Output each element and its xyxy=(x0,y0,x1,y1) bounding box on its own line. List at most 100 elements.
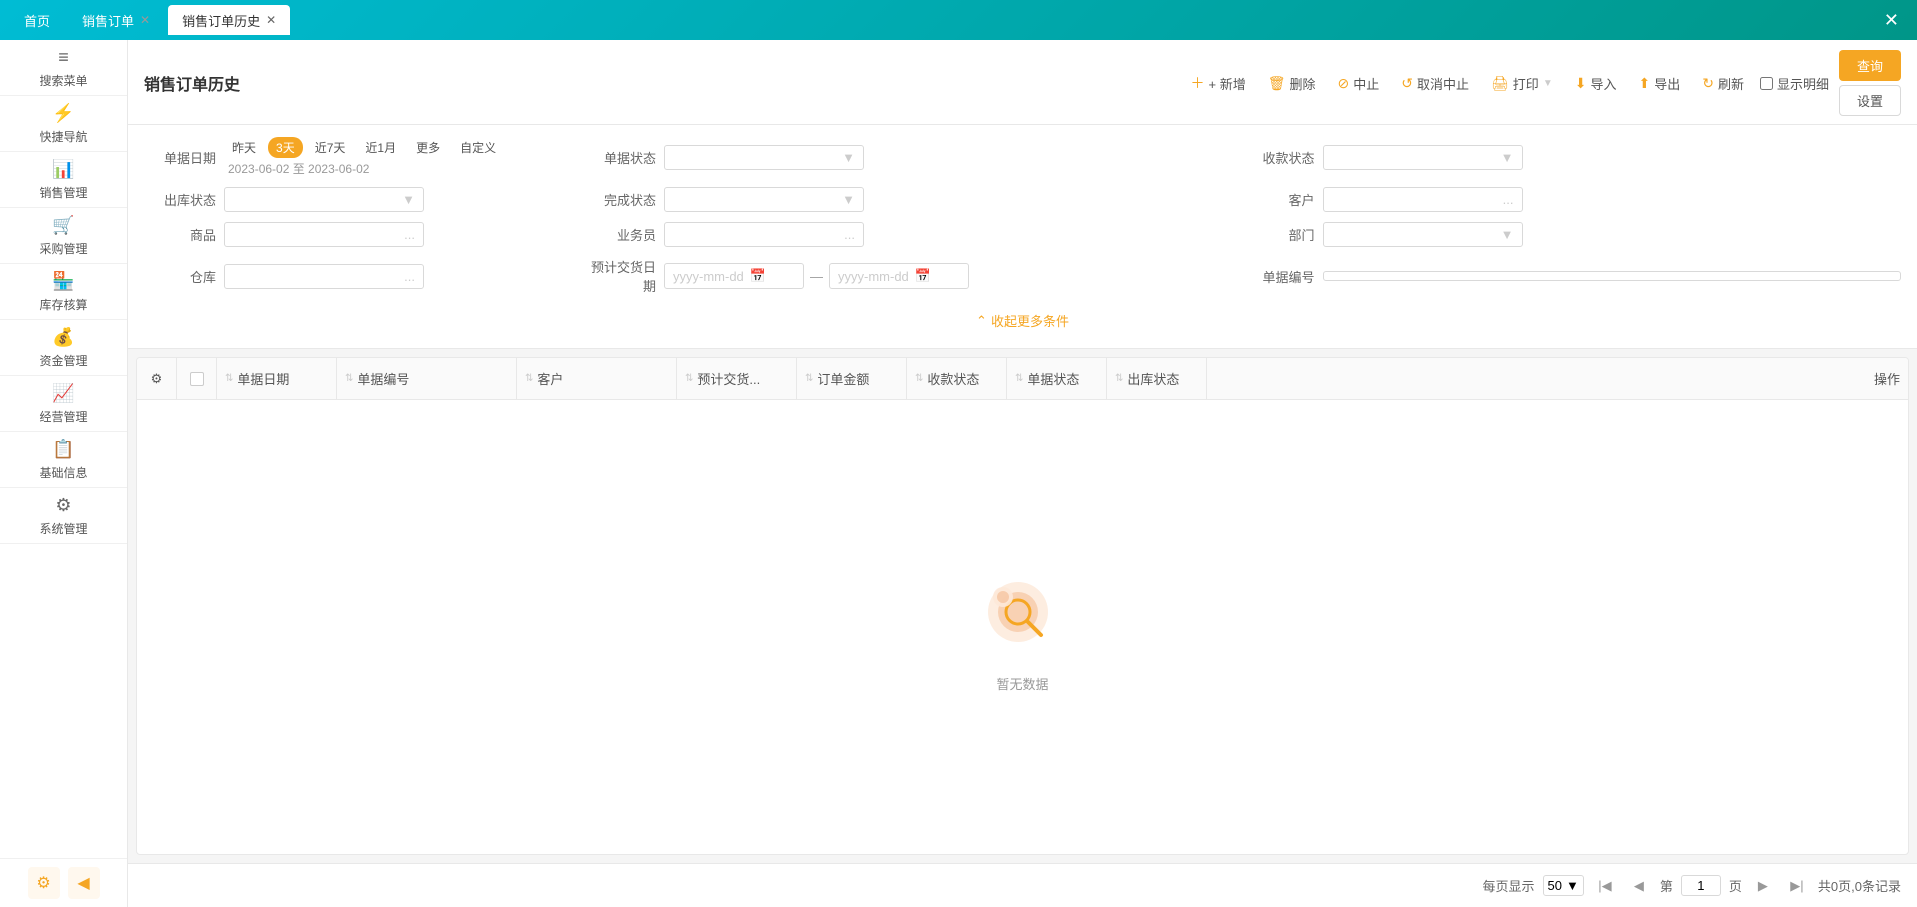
refresh-button[interactable]: ↻ 刷新 xyxy=(1696,70,1750,97)
filter-complete-status-select[interactable]: ▼ xyxy=(664,187,864,212)
tab-sales-order-label: 销售订单 xyxy=(82,11,134,30)
tab-history-close[interactable]: ✕ xyxy=(266,13,276,27)
filter-salesperson-label: 业务员 xyxy=(584,225,664,244)
filter-delivery-status-select[interactable]: ▼ xyxy=(224,187,424,212)
delivery-status-chevron-icon: ▼ xyxy=(402,192,415,207)
date-chip-more[interactable]: 更多 xyxy=(408,137,448,158)
sidebar-settings-button[interactable]: ⚙ xyxy=(28,867,60,899)
print-label: 打印 xyxy=(1513,74,1539,93)
filter-delivery-date-group: 预计交货日期 yyyy-mm-dd 📅 — yyyy-mm-dd 📅 xyxy=(584,257,1243,295)
filter-warehouse-input[interactable]: ... xyxy=(224,264,424,289)
calendar-end-icon[interactable]: 📅 xyxy=(915,268,931,284)
sidebar-collapse-button[interactable]: ◀ xyxy=(68,867,100,899)
per-page-select[interactable]: 50 ▼ xyxy=(1543,875,1584,896)
date-chip-3days[interactable]: 3天 xyxy=(268,137,303,158)
new-icon: ＋ xyxy=(1191,73,1205,93)
per-page-value: 50 xyxy=(1548,878,1562,893)
sidebar-item-sales[interactable]: 📊 销售管理 xyxy=(0,152,127,208)
filter-goods-input[interactable]: ... xyxy=(224,222,424,247)
tab-sales-order-close[interactable]: ✕ xyxy=(140,13,150,27)
filter-warehouse-label: 仓库 xyxy=(144,267,224,286)
page-title: 销售订单历史 xyxy=(144,71,240,95)
sidebar-item-inventory[interactable]: 🏪 库存核算 xyxy=(0,264,127,320)
filter-customer-group: 客户 ... xyxy=(1243,187,1902,212)
prev-page-button[interactable]: ◀ xyxy=(1626,873,1652,899)
sidebar-item-purchase[interactable]: 🛒 采购管理 xyxy=(0,208,127,264)
sidebar-search-menu-label: 搜索菜单 xyxy=(39,72,87,89)
th-receipt-status[interactable]: ⇅ 收款状态 xyxy=(907,358,1007,399)
th-settings[interactable]: ⚙ xyxy=(137,358,177,399)
collapse-bar[interactable]: ⌃ 收起更多条件 xyxy=(144,305,1901,336)
settings-gear-icon[interactable]: ⚙ xyxy=(151,371,163,387)
calendar-start-icon[interactable]: 📅 xyxy=(750,268,766,284)
delivery-date-end-input[interactable]: yyyy-mm-dd 📅 xyxy=(829,263,969,289)
sidebar-item-operation[interactable]: 📈 经营管理 xyxy=(0,376,127,432)
th-order-no-label: 单据编号 xyxy=(357,369,409,388)
next-page-button[interactable]: ▶ xyxy=(1750,873,1776,899)
sidebar-item-search-menu[interactable]: ≡ 搜索菜单 xyxy=(0,40,127,96)
th-delivery[interactable]: ⇅ 预计交货... xyxy=(677,358,797,399)
th-action-label: 操作 xyxy=(1874,369,1900,388)
date-chip-1month[interactable]: 近1月 xyxy=(357,137,404,158)
th-amount[interactable]: ⇅ 订单金额 xyxy=(797,358,907,399)
sort-receipt-icon: ⇅ xyxy=(915,373,923,384)
filter-department-select[interactable]: ▼ xyxy=(1323,222,1523,247)
print-button[interactable]: 🖨 打印 ▼ xyxy=(1485,70,1559,97)
th-order-status[interactable]: ⇅ 单据状态 xyxy=(1007,358,1107,399)
export-button[interactable]: ⬆ 导出 xyxy=(1632,70,1686,97)
filter-customer-input[interactable]: ... xyxy=(1323,187,1523,212)
sidebar-item-quick-nav[interactable]: ⚡ 快捷导航 xyxy=(0,96,127,152)
sort-orderno-icon: ⇅ xyxy=(345,373,353,384)
th-customer[interactable]: ⇅ 客户 xyxy=(517,358,677,399)
display-detail-checkbox[interactable] xyxy=(1760,77,1773,90)
delivery-date-start-input[interactable]: yyyy-mm-dd 📅 xyxy=(664,263,804,289)
th-amount-label: 订单金额 xyxy=(817,369,869,388)
th-delivery-status[interactable]: ⇅ 出库状态 xyxy=(1107,358,1207,399)
sidebar-item-finance[interactable]: 💰 资金管理 xyxy=(0,320,127,376)
delivery-date-start-text: yyyy-mm-dd xyxy=(673,269,744,284)
filter-order-no-input[interactable] xyxy=(1323,271,1902,281)
date-chip-7days[interactable]: 近7天 xyxy=(307,137,354,158)
th-date[interactable]: ⇅ 单据日期 xyxy=(217,358,337,399)
date-chip-yesterday[interactable]: 昨天 xyxy=(224,137,264,158)
filter-order-status-select[interactable]: ▼ xyxy=(664,145,864,170)
tab-sales-order-history[interactable]: 销售订单历史 ✕ xyxy=(168,5,290,35)
settings-button[interactable]: 设置 xyxy=(1839,85,1901,116)
filter-row-3: 商品 ... 业务员 ... 部门 ▼ xyxy=(144,222,1901,247)
first-page-button[interactable]: |◀ xyxy=(1592,873,1618,899)
filter-salesperson-input[interactable]: ... xyxy=(664,222,864,247)
page-number-input[interactable] xyxy=(1681,875,1721,896)
window-close-button[interactable]: ✕ xyxy=(1876,10,1907,31)
page-suffix: 页 xyxy=(1729,876,1742,895)
th-order-no[interactable]: ⇅ 单据编号 xyxy=(337,358,517,399)
new-button[interactable]: ＋ + 新增 xyxy=(1185,69,1252,97)
tab-home[interactable]: 首页 xyxy=(10,5,64,35)
date-separator: — xyxy=(810,269,823,284)
sidebar-item-base-info[interactable]: 📋 基础信息 xyxy=(0,432,127,488)
delete-icon: 🗑 xyxy=(1268,75,1286,92)
delete-button[interactable]: 🗑 删除 xyxy=(1262,70,1322,97)
filter-receipt-status-select[interactable]: ▼ xyxy=(1323,145,1523,170)
query-button[interactable]: 查询 xyxy=(1839,50,1901,81)
display-detail-toggle[interactable]: 显示明细 xyxy=(1760,74,1829,93)
filter-goods-group: 商品 ... xyxy=(144,222,584,247)
cancel-stop-button[interactable]: ↺ 取消中止 xyxy=(1395,70,1475,97)
refresh-icon: ↻ xyxy=(1702,75,1714,92)
sidebar-item-system[interactable]: ⚙ 系统管理 xyxy=(0,488,127,544)
sidebar-sales-label: 销售管理 xyxy=(39,184,87,201)
import-button[interactable]: ⬇ 导入 xyxy=(1569,70,1623,97)
delivery-date-range: yyyy-mm-dd 📅 — yyyy-mm-dd 📅 xyxy=(664,263,969,289)
last-page-button[interactable]: ▶| xyxy=(1784,873,1810,899)
filter-warehouse-group: 仓库 ... xyxy=(144,264,584,289)
per-page-chevron-icon: ▼ xyxy=(1566,878,1579,893)
select-all-checkbox[interactable] xyxy=(190,372,204,386)
tab-sales-order[interactable]: 销售订单 ✕ xyxy=(68,5,164,35)
th-checkbox[interactable] xyxy=(177,358,217,399)
sidebar-finance-label: 资金管理 xyxy=(39,352,87,369)
date-chip-custom[interactable]: 自定义 xyxy=(452,137,504,158)
stop-button[interactable]: ⊘ 中止 xyxy=(1332,70,1386,97)
filter-receipt-status-group: 收款状态 ▼ xyxy=(1243,145,1902,170)
sidebar-quick-nav-label: 快捷导航 xyxy=(39,128,87,145)
print-dropdown-icon[interactable]: ▼ xyxy=(1543,78,1553,89)
filter-delivery-status-group: 出库状态 ▼ xyxy=(144,187,584,212)
